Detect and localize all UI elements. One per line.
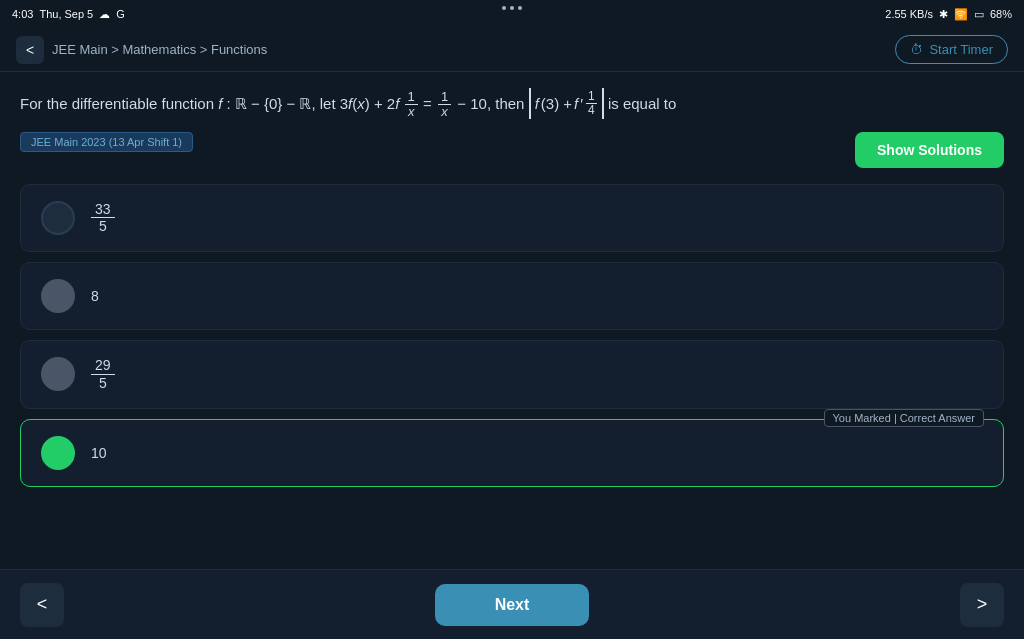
option-c[interactable]: 29 5	[20, 340, 1004, 409]
dot2	[510, 6, 514, 10]
options-list: 33 5 8 29 5 You Marked | Correct Answer	[20, 184, 1004, 487]
main-content: For the differentiable function f : ℝ − …	[0, 72, 1024, 569]
you-marked-badge: You Marked | Correct Answer	[824, 409, 984, 427]
tag-and-solutions: Show Solutions JEE Main 2023 (13 Apr Shi…	[20, 132, 1004, 176]
option-d-label: 10	[91, 445, 107, 461]
option-a-label: 33 5	[91, 201, 115, 236]
header-left: < JEE Main > Mathematics > Functions	[16, 36, 267, 64]
start-timer-button[interactable]: ⏱ Start Timer	[895, 35, 1008, 64]
battery-icon: ▭	[974, 8, 984, 21]
option-d-wrapper: You Marked | Correct Answer 10	[20, 419, 1004, 487]
g-label: G	[116, 8, 125, 20]
dot3	[518, 6, 522, 10]
status-bar: 4:03 Thu, Sep 5 ☁ G 2.55 KB/s ✱ 🛜 ▭ 68%	[0, 0, 1024, 28]
breadcrumb: JEE Main > Mathematics > Functions	[52, 42, 267, 57]
question-text: For the differentiable function f : ℝ − …	[20, 88, 1004, 120]
option-b-radio	[41, 279, 75, 313]
status-right: 2.55 KB/s ✱ 🛜 ▭ 68%	[885, 8, 1012, 21]
option-c-numerator: 29	[91, 357, 115, 375]
day: Thu, Sep 5	[39, 8, 93, 20]
timer-label: Start Timer	[929, 42, 993, 57]
option-b-label: 8	[91, 288, 99, 304]
status-center-dots	[502, 6, 522, 10]
timer-icon: ⏱	[910, 42, 923, 57]
speed: 2.55 KB/s	[885, 8, 933, 20]
wifi-icon: 🛜	[954, 8, 968, 21]
option-a-radio	[41, 201, 75, 235]
option-c-denominator: 5	[95, 375, 111, 392]
option-c-radio	[41, 357, 75, 391]
dot1	[502, 6, 506, 10]
question-tag: JEE Main 2023 (13 Apr Shift 1)	[20, 132, 193, 152]
next-arrow-button[interactable]: >	[960, 583, 1004, 627]
option-d[interactable]: 10	[20, 419, 1004, 487]
back-button[interactable]: <	[16, 36, 44, 64]
bottom-bar: < Next >	[0, 569, 1024, 639]
time: 4:03	[12, 8, 33, 20]
option-c-label: 29 5	[91, 357, 115, 392]
cloud-icon: ☁	[99, 8, 110, 21]
prev-button[interactable]: <	[20, 583, 64, 627]
option-a-numerator: 33	[91, 201, 115, 219]
battery-percent: 68%	[990, 8, 1012, 20]
show-solutions-button[interactable]: Show Solutions	[855, 132, 1004, 168]
option-a[interactable]: 33 5	[20, 184, 1004, 253]
header: < JEE Main > Mathematics > Functions ⏱ S…	[0, 28, 1024, 72]
option-a-denominator: 5	[95, 218, 111, 235]
status-left: 4:03 Thu, Sep 5 ☁ G	[12, 8, 125, 21]
option-d-radio	[41, 436, 75, 470]
bluetooth-icon: ✱	[939, 8, 948, 21]
next-button[interactable]: Next	[435, 584, 590, 626]
option-b[interactable]: 8	[20, 262, 1004, 330]
